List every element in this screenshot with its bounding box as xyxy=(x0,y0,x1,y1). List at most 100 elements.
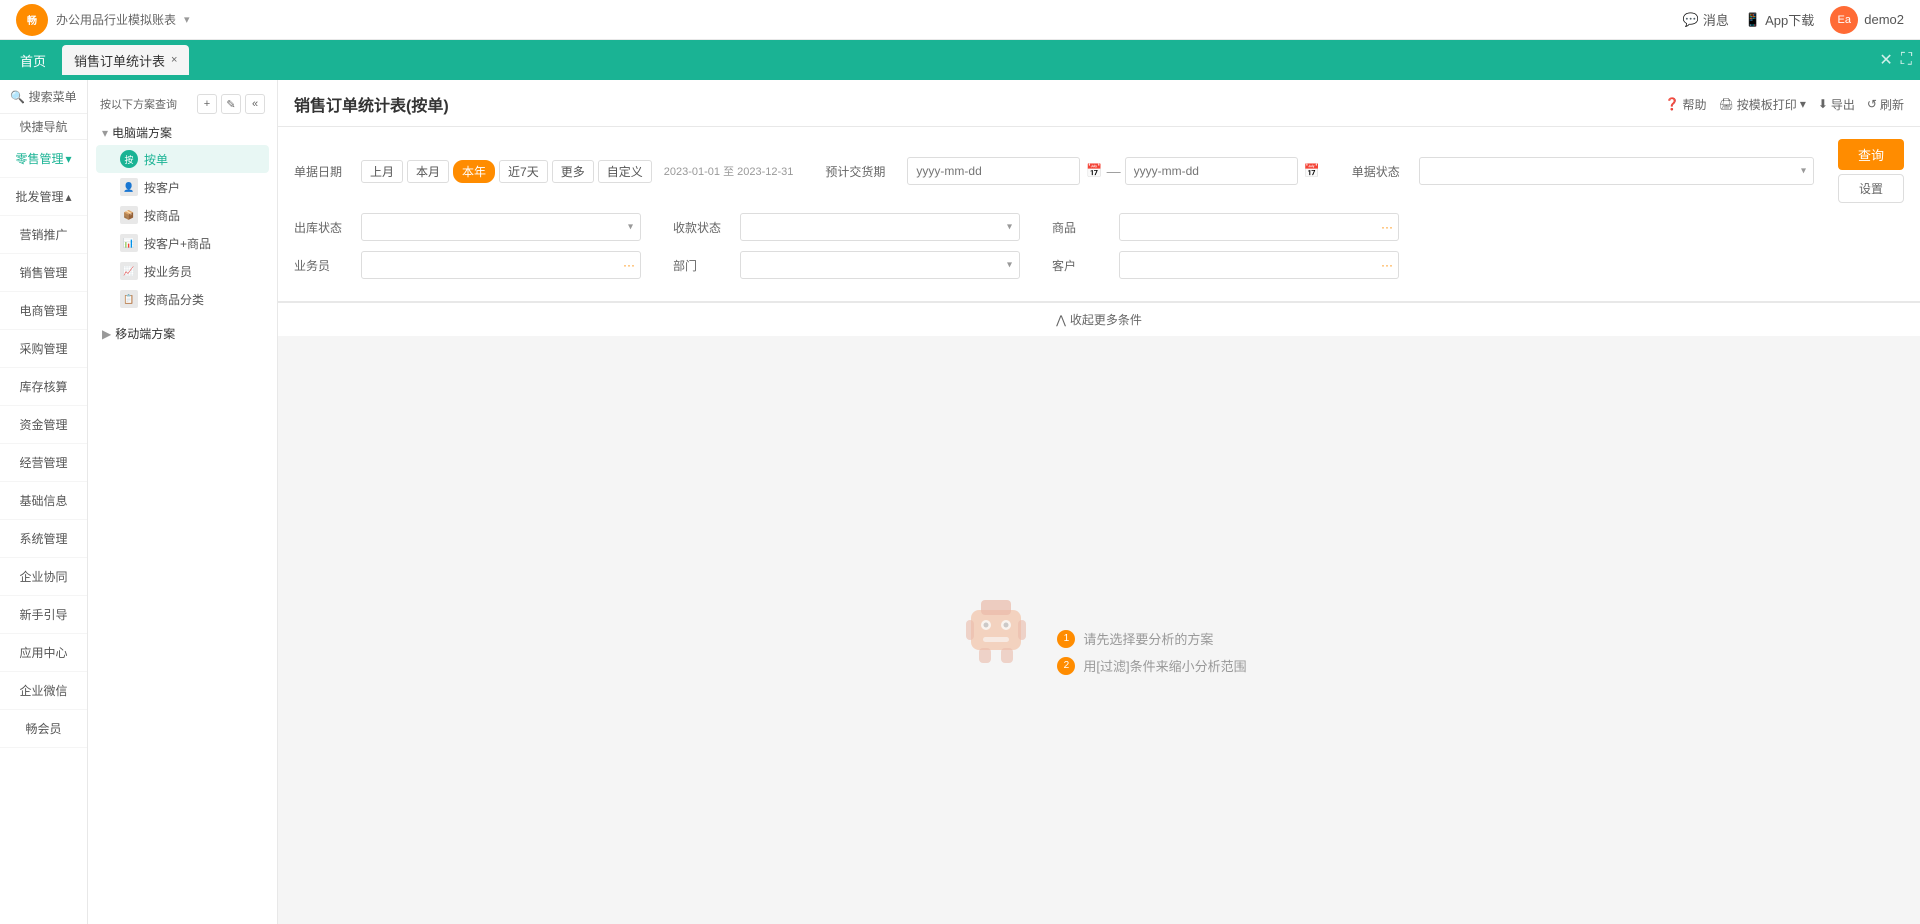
customer-dots-btn[interactable]: ··· xyxy=(1381,258,1393,272)
tab-bar: 首页 销售订单统计表 × ✕ ⛶ xyxy=(0,40,1920,80)
date-btn-7days[interactable]: 近7天 xyxy=(499,160,548,183)
solution-item-按客户商品[interactable]: 📊 按客户+商品 xyxy=(96,229,269,257)
sidebar: 🔍 搜索菜单 快捷导航 零售管理 ▾ 批发管理 ▴ 营销推广 销售管理 电商管理… xyxy=(0,80,88,924)
pc-solution-parent[interactable]: ▾ 电脑端方案 xyxy=(96,120,269,145)
help-btn[interactable]: ❓ 帮助 xyxy=(1665,96,1707,113)
tab-sales-stats[interactable]: 销售订单统计表 × xyxy=(62,45,189,75)
calendar-from-icon[interactable]: 📅 xyxy=(1086,163,1102,179)
hint-num-2: 2 xyxy=(1057,657,1075,675)
customer-input[interactable] xyxy=(1119,251,1399,279)
salesperson-input[interactable] xyxy=(361,251,641,279)
sidebar-item-purchase[interactable]: 采购管理 xyxy=(0,330,87,368)
solution-item-按客户[interactable]: 👤 按客户 xyxy=(96,173,269,201)
filter-row-2: 出库状态 ▾ 收款状态 ▾ xyxy=(294,213,1904,241)
date-btn-more[interactable]: 更多 xyxy=(552,160,594,183)
settings-btn[interactable]: 设置 xyxy=(1838,174,1904,203)
bill-status-select[interactable] xyxy=(1419,157,1814,185)
empty-state-inner: 1 请先选择要分析的方案 2 用[过滤]条件来缩小分析范围 xyxy=(951,585,1246,675)
refresh-btn[interactable]: ↺ 刷新 xyxy=(1867,96,1904,113)
product-dots-btn[interactable]: ··· xyxy=(1381,220,1393,234)
dept-select[interactable] xyxy=(740,251,1020,279)
outbound-status-select[interactable] xyxy=(361,213,641,241)
outbound-status-label: 出库状态 xyxy=(294,219,349,236)
expected-date-from[interactable] xyxy=(907,157,1080,185)
sidebar-quick-nav[interactable]: 快捷导航 xyxy=(0,114,87,140)
user-profile[interactable]: Ea demo2 xyxy=(1830,6,1904,34)
tab-close-btn[interactable]: × xyxy=(171,54,177,66)
add-solution-btn[interactable]: + xyxy=(197,94,217,114)
tab-home[interactable]: 首页 xyxy=(8,45,58,75)
collapse-bar[interactable]: ⋀ 收起更多条件 xyxy=(278,302,1920,336)
app-logo: 畅 xyxy=(16,4,48,36)
mobile-solution-parent[interactable]: ▶ 移动端方案 xyxy=(96,321,269,346)
left-panel-title: 按以下方案查询 xyxy=(100,96,177,112)
expected-date-to[interactable] xyxy=(1125,157,1298,185)
sidebar-item-system[interactable]: 系统管理 xyxy=(0,520,87,558)
empty-illustration xyxy=(951,585,1041,675)
app-title: 办公用品行业模拟账表 xyxy=(56,11,176,28)
date-btn-this-year[interactable]: 本年 xyxy=(453,160,495,183)
bill-date-label: 单据日期 xyxy=(294,163,349,180)
page-header: 销售订单统计表(按单) ❓ 帮助 🖨 按模板打印 ▾ xyxy=(278,80,1920,127)
solution-item-按业务员[interactable]: 📈 按业务员 xyxy=(96,257,269,285)
sidebar-item-corp-wechat[interactable]: 企业微信 xyxy=(0,672,87,710)
export-btn[interactable]: ⬇ 导出 xyxy=(1818,96,1855,113)
sidebar-item-ecommerce[interactable]: 电商管理 xyxy=(0,292,87,330)
collapse-panel-btn[interactable]: « xyxy=(245,94,265,114)
window-close-btn[interactable]: ✕ xyxy=(1879,50,1892,70)
content-area: 按以下方案查询 + ✎ « ▾ 电脑端方案 xyxy=(88,80,1920,924)
edit-solution-btn[interactable]: ✎ xyxy=(221,94,241,114)
calendar-to-icon[interactable]: 📅 xyxy=(1304,163,1320,179)
message-icon: 💬 xyxy=(1683,12,1699,28)
sidebar-item-wholesale[interactable]: 批发管理 ▴ xyxy=(0,178,87,216)
print-icon: 🖨 xyxy=(1719,97,1734,111)
sidebar-item-basic[interactable]: 基础信息 xyxy=(0,482,87,520)
app-title-dropdown[interactable]: ▾ xyxy=(184,13,190,26)
filter-row-1: 单据日期 上月 本月 本年 近7天 更多 自定义 2023-01-01 至 20… xyxy=(294,139,1904,203)
sidebar-item-enterprise[interactable]: 企业协同 xyxy=(0,558,87,596)
dept-label: 部门 xyxy=(673,257,728,274)
sidebar-item-inventory[interactable]: 库存核算 xyxy=(0,368,87,406)
collapse-icon: ⋀ xyxy=(1056,313,1066,327)
sidebar-item-retail[interactable]: 零售管理 ▾ xyxy=(0,140,87,178)
print-btn[interactable]: 🖨 按模板打印 ▾ xyxy=(1719,96,1806,113)
sidebar-item-finance[interactable]: 资金管理 xyxy=(0,406,87,444)
sidebar-item-operations[interactable]: 经营管理 xyxy=(0,444,87,482)
receipt-status-select[interactable] xyxy=(740,213,1020,241)
page-title: 销售订单统计表(按单) xyxy=(294,92,449,116)
empty-hint-1: 1 请先选择要分析的方案 xyxy=(1057,629,1246,648)
window-maximize-btn[interactable]: ⛶ xyxy=(1901,51,1912,69)
app-download-btn[interactable]: 📱 App下载 xyxy=(1745,10,1814,29)
solution-item-按商品分类[interactable]: 📋 按商品分类 xyxy=(96,285,269,313)
solution-icon-按业务员: 📈 xyxy=(120,262,138,280)
bill-status-wrap: ▾ xyxy=(1419,157,1814,185)
solution-item-按单[interactable]: 按 按单 xyxy=(96,145,269,173)
sidebar-item-member[interactable]: 畅会员 xyxy=(0,710,87,748)
dept-wrap: ▾ xyxy=(740,251,1020,279)
message-btn[interactable]: 💬 消息 xyxy=(1683,10,1729,29)
right-panel: 销售订单统计表(按单) ❓ 帮助 🖨 按模板打印 ▾ xyxy=(278,80,1920,924)
solution-item-按商品[interactable]: 📦 按商品 xyxy=(96,201,269,229)
sidebar-item-sales[interactable]: 销售管理 xyxy=(0,254,87,292)
help-icon: ❓ xyxy=(1665,97,1680,111)
print-dropdown-icon: ▾ xyxy=(1800,97,1806,111)
sidebar-item-app-center[interactable]: 应用中心 xyxy=(0,634,87,672)
hint-num-1: 1 xyxy=(1057,630,1075,648)
date-quick-btns: 上月 本月 本年 近7天 更多 自定义 xyxy=(361,160,652,183)
product-input[interactable] xyxy=(1119,213,1399,241)
product-input-wrap: ··· xyxy=(1119,213,1399,241)
tab-bar-right: ✕ ⛶ xyxy=(1879,50,1912,70)
main-layout: 🔍 搜索菜单 快捷导航 零售管理 ▾ 批发管理 ▴ 营销推广 销售管理 电商管理… xyxy=(0,80,1920,924)
date-btn-last-month[interactable]: 上月 xyxy=(361,160,403,183)
date-btn-this-month[interactable]: 本月 xyxy=(407,160,449,183)
date-btn-custom[interactable]: 自定义 xyxy=(598,160,652,183)
collapse-label: ⋀ 收起更多条件 xyxy=(286,311,1912,328)
query-btn[interactable]: 查询 xyxy=(1838,139,1904,170)
sidebar-item-marketing[interactable]: 营销推广 xyxy=(0,216,87,254)
mobile-icon: 📱 xyxy=(1745,12,1761,28)
filter-row-3: 业务员 ··· 部门 ▾ 客户 xyxy=(294,251,1904,279)
sidebar-item-newbie[interactable]: 新手引导 xyxy=(0,596,87,634)
sidebar-search[interactable]: 🔍 搜索菜单 xyxy=(0,80,87,114)
salesperson-dots-btn[interactable]: ··· xyxy=(623,258,635,272)
expected-date-group: 📅 — 📅 xyxy=(907,157,1319,185)
